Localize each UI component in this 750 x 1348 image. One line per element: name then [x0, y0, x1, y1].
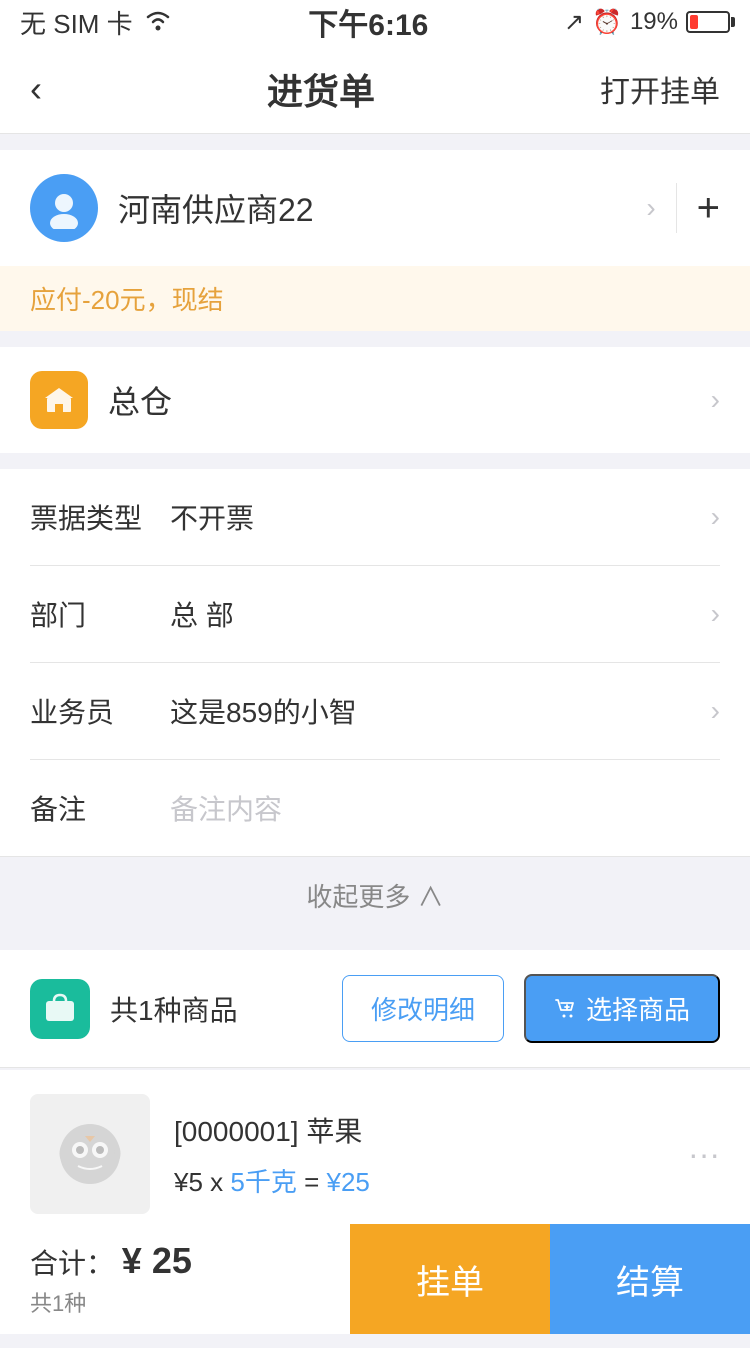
location-icon: ↗	[564, 8, 584, 37]
product-thumbnail	[30, 1094, 150, 1214]
footer-total-main: 合计： ¥ 25	[30, 1240, 320, 1282]
back-button[interactable]: ‹	[30, 68, 42, 110]
status-right: ↗ ⏰ 19%	[564, 8, 730, 37]
alarm-icon: ⏰	[592, 8, 622, 37]
page-title: 进货单	[267, 63, 375, 115]
total-amount: ¥ 25	[122, 1240, 192, 1281]
product-equals: =	[304, 1167, 326, 1197]
hang-button[interactable]: 挂单	[350, 1224, 550, 1334]
product-code: [0000001]	[174, 1116, 299, 1147]
footer-bar: 合计： ¥ 25 共1种 挂单 结算	[0, 1224, 750, 1334]
salesperson-value: 这是859的小智	[170, 691, 711, 731]
separator-3	[0, 453, 750, 469]
collapse-bar[interactable]: 收起更多 ∧	[0, 856, 750, 934]
status-bar: 无 SIM 卡 下午6:16 ↗ ⏰ 19%	[0, 0, 750, 44]
warehouse-chevron-icon: ›	[711, 384, 720, 416]
status-time: 下午6:16	[308, 0, 428, 44]
notice-text: 应付-20元，现结	[30, 285, 224, 315]
footer-total: 合计： ¥ 25 共1种	[0, 1224, 350, 1334]
form-section: 票据类型 不开票 › 部门 总 部 › 业务员 这是859的小智 › 备注 备注…	[0, 469, 750, 856]
open-hang-button[interactable]: 打开挂单	[600, 67, 720, 111]
invoice-type-value: 不开票	[170, 497, 711, 537]
battery-text: 19%	[630, 8, 678, 36]
warehouse-row[interactable]: 总仓 ›	[0, 347, 750, 453]
cart-icon	[554, 997, 578, 1021]
status-left: 无 SIM 卡	[20, 4, 173, 41]
product-item: [0000001] 苹果 ¥5 x 5千克 = ¥25 ···	[0, 1070, 750, 1238]
department-row[interactable]: 部门 总 部 ›	[0, 566, 750, 662]
department-chevron-icon: ›	[711, 598, 720, 630]
separator-2	[0, 331, 750, 347]
product-name: [0000001] 苹果	[174, 1110, 688, 1150]
nav-bar: ‹ 进货单 打开挂单	[0, 44, 750, 134]
select-product-label: 选择商品	[586, 990, 690, 1027]
settle-label: 结算	[616, 1255, 684, 1304]
supplier-name: 河南供应商22	[118, 185, 646, 231]
product-total: ¥25	[327, 1167, 370, 1197]
notice-bar: 应付-20元，现结	[0, 266, 750, 331]
product-header: 共1种商品 修改明细 选择商品	[0, 950, 750, 1067]
supplier-row[interactable]: 河南供应商22 › +	[0, 150, 750, 266]
product-multiply: x	[210, 1167, 230, 1197]
add-supplier-button[interactable]: +	[697, 186, 720, 231]
salesperson-row[interactable]: 业务员 这是859的小智 ›	[0, 663, 750, 759]
total-label: 合计：	[30, 1248, 114, 1279]
hang-label: 挂单	[416, 1255, 484, 1304]
footer-sub-label: 共1种	[30, 1286, 320, 1318]
edit-detail-button[interactable]: 修改明细	[342, 975, 504, 1042]
remark-label: 备注	[30, 788, 170, 828]
product-title: 苹果	[306, 1116, 362, 1147]
separator-4	[0, 934, 750, 950]
remark-placeholder: 备注内容	[170, 788, 720, 828]
select-product-button[interactable]: 选择商品	[524, 974, 720, 1043]
wifi-icon	[143, 7, 173, 38]
carrier-text: 无 SIM 卡	[20, 4, 133, 41]
department-label: 部门	[30, 594, 170, 634]
product-quantity: 5千克	[230, 1167, 296, 1197]
supplier-avatar	[30, 174, 98, 242]
remark-row[interactable]: 备注 备注内容	[0, 760, 750, 856]
invoice-type-label: 票据类型	[30, 497, 170, 537]
product-more-button[interactable]: ···	[688, 1136, 720, 1173]
divider	[676, 183, 677, 233]
product-thumb-image	[50, 1114, 130, 1194]
product-info: [0000001] 苹果 ¥5 x 5千克 = ¥25	[174, 1110, 688, 1199]
warehouse-name: 总仓	[108, 377, 711, 423]
product-count: 共1种商品	[110, 989, 322, 1029]
salesperson-chevron-icon: ›	[711, 695, 720, 727]
separator-thin-4	[0, 1067, 750, 1068]
product-price: ¥5 x 5千克 = ¥25	[174, 1162, 688, 1199]
collapse-text: 收起更多 ∧	[306, 882, 443, 912]
warehouse-icon	[30, 371, 88, 429]
product-section-icon	[30, 979, 90, 1039]
invoice-type-row[interactable]: 票据类型 不开票 ›	[0, 469, 750, 565]
salesperson-label: 业务员	[30, 691, 170, 731]
product-unit-price: ¥5	[174, 1167, 203, 1197]
invoice-type-chevron-icon: ›	[711, 501, 720, 533]
department-value: 总 部	[170, 594, 711, 634]
supplier-chevron-icon: ›	[646, 192, 655, 224]
separator-1	[0, 134, 750, 150]
battery-icon	[686, 11, 730, 33]
settle-button[interactable]: 结算	[550, 1224, 750, 1334]
